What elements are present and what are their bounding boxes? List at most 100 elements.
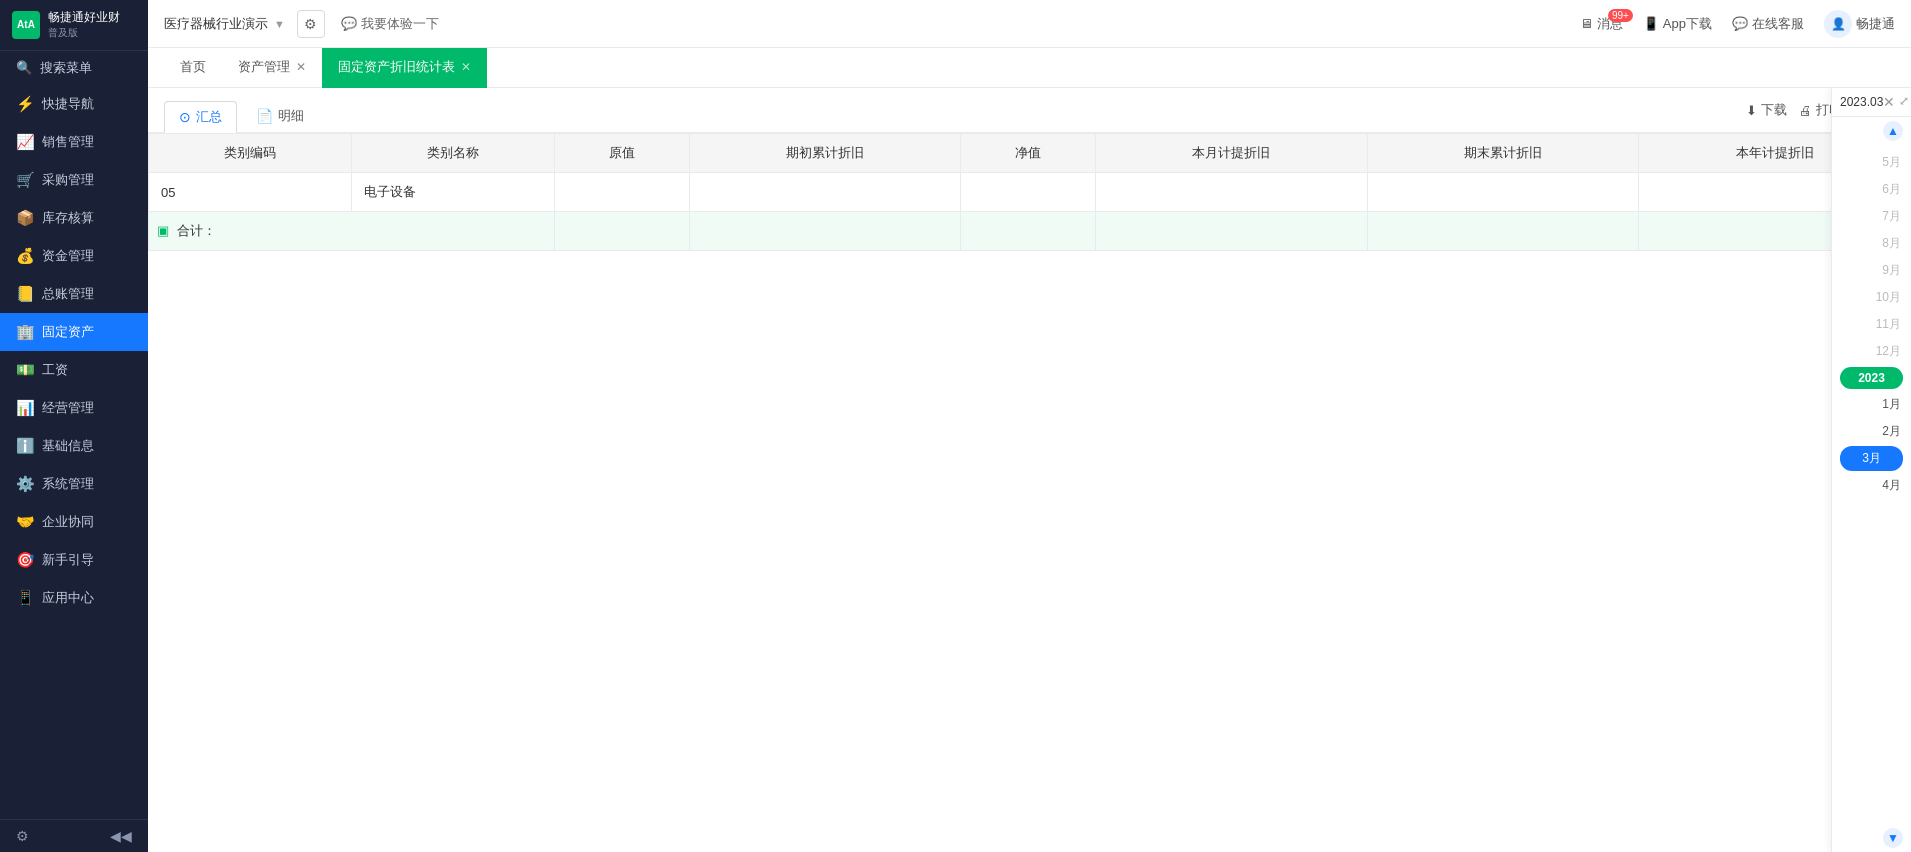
sidebar-item-label: 经营管理 bbox=[42, 399, 94, 417]
sidebar-item-purchase[interactable]: 🛒 采购管理 bbox=[0, 161, 148, 199]
month-item-9[interactable]: 9月 bbox=[1832, 257, 1911, 284]
sidebar-settings-button[interactable]: ⚙ bbox=[16, 828, 29, 844]
depreciation-table: 类别编码 类别名称 原值 期初累计折旧 净值 本月计提折旧 期末累计折旧 本年计… bbox=[148, 133, 1911, 251]
tab-home-label: 首页 bbox=[180, 58, 206, 76]
sidebar-nav: 🔍 搜索菜单 ⚡ 快捷导航 📈 销售管理 🛒 采购管理 📦 库存核算 💰 资金管… bbox=[0, 51, 148, 819]
basic-info-icon: ℹ️ bbox=[16, 437, 34, 455]
fixed-assets-icon: 🏢 bbox=[16, 323, 34, 341]
sidebar-footer: ⚙ ◀◀ bbox=[0, 819, 148, 852]
app-download-button[interactable]: 📱 App下载 bbox=[1643, 15, 1712, 33]
month-item-6[interactable]: 6月 bbox=[1832, 176, 1911, 203]
date-nav-down-button[interactable]: ▼ bbox=[1883, 828, 1903, 848]
subtab-summary[interactable]: ⊙ 汇总 bbox=[164, 101, 237, 133]
inventory-icon: 📦 bbox=[16, 209, 34, 227]
sidebar-item-label: 搜索菜单 bbox=[40, 59, 92, 77]
date-month-list: 5月 6月 7月 8月 9月 10月 11月 12月 2023 1月 2月 3月… bbox=[1832, 145, 1911, 824]
cell-original-value bbox=[555, 173, 690, 212]
top-nav: 医疗器械行业演示 ▼ ⚙ 💬 我要体验一下 🖥 消息 99+ 📱 App下载 💬… bbox=[148, 0, 1911, 48]
cell-net-value bbox=[961, 173, 1096, 212]
online-service-button[interactable]: 💬 在线客服 bbox=[1732, 15, 1804, 33]
purchase-icon: 🛒 bbox=[16, 171, 34, 189]
sidebar-item-system[interactable]: ⚙️ 系统管理 bbox=[0, 465, 148, 503]
current-year-label[interactable]: 2023 bbox=[1840, 367, 1903, 389]
cell-total-monthly bbox=[1095, 212, 1367, 251]
experience-button[interactable]: 💬 我要体验一下 bbox=[341, 15, 439, 33]
sidebar-item-label: 资金管理 bbox=[42, 247, 94, 265]
month-item-8[interactable]: 8月 bbox=[1832, 230, 1911, 257]
username: 畅捷通 bbox=[1856, 15, 1895, 33]
enterprise-icon: 🤝 bbox=[16, 513, 34, 531]
search-icon: 🔍 bbox=[16, 60, 32, 75]
sidebar-item-label: 总账管理 bbox=[42, 285, 94, 303]
guide-icon: 🎯 bbox=[16, 551, 34, 569]
sidebar-item-label: 应用中心 bbox=[42, 589, 94, 607]
sidebar-item-label: 库存核算 bbox=[42, 209, 94, 227]
month-item-1[interactable]: 1月 bbox=[1832, 391, 1911, 418]
print-icon: 🖨 bbox=[1799, 103, 1812, 118]
right-panel-expand-button[interactable]: ⤢ bbox=[1899, 94, 1909, 110]
right-panel-date-picker: 2023.03 ✕ ⤢ ▲ 5月 6月 7月 8月 9月 10月 11月 12月… bbox=[1831, 88, 1911, 852]
experience-label: 我要体验一下 bbox=[361, 15, 439, 33]
sidebar-item-label: 企业协同 bbox=[42, 513, 94, 531]
month-item-12[interactable]: 12月 bbox=[1832, 338, 1911, 365]
messages-button[interactable]: 🖥 消息 99+ bbox=[1580, 15, 1623, 33]
ledger-icon: 📒 bbox=[16, 285, 34, 303]
cell-initial-accum bbox=[689, 173, 961, 212]
company-selector[interactable]: 医疗器械行业演示 ▼ bbox=[164, 15, 285, 33]
month-item-10[interactable]: 10月 bbox=[1832, 284, 1911, 311]
app-title-block: 畅捷通好业财 普及版 bbox=[48, 10, 120, 40]
subtab-detail[interactable]: 📄 明细 bbox=[241, 100, 319, 132]
sidebar-item-fixed-assets[interactable]: 🏢 固定资产 bbox=[0, 313, 148, 351]
app-edition: 普及版 bbox=[48, 26, 120, 40]
month-item-2[interactable]: 2月 bbox=[1832, 418, 1911, 445]
col-code: 类别编码 bbox=[149, 134, 352, 173]
summary-icon: ⊙ bbox=[179, 109, 191, 125]
sidebar-item-guide[interactable]: 🎯 新手引导 bbox=[0, 541, 148, 579]
sidebar-item-label: 销售管理 bbox=[42, 133, 94, 151]
tab-depreciation-close[interactable]: ✕ bbox=[461, 61, 471, 73]
col-original-value: 原值 bbox=[555, 134, 690, 173]
date-nav-up-button[interactable]: ▲ bbox=[1883, 121, 1903, 141]
cell-total-initial bbox=[689, 212, 961, 251]
table-header-row: 类别编码 类别名称 原值 期初累计折旧 净值 本月计提折旧 期末累计折旧 本年计… bbox=[149, 134, 1911, 173]
cell-code: 05 bbox=[149, 173, 352, 212]
sidebar-item-label: 工资 bbox=[42, 361, 68, 379]
sidebar-item-label: 基础信息 bbox=[42, 437, 94, 455]
system-icon: ⚙️ bbox=[16, 475, 34, 493]
sidebar-item-enterprise[interactable]: 🤝 企业协同 bbox=[0, 503, 148, 541]
sidebar-item-basic-info[interactable]: ℹ️ 基础信息 bbox=[0, 427, 148, 465]
month-item-4[interactable]: 4月 bbox=[1832, 472, 1911, 499]
company-chevron-icon: ▼ bbox=[274, 18, 285, 30]
sidebar-item-search[interactable]: 🔍 搜索菜单 bbox=[0, 51, 148, 85]
online-service-label: 在线客服 bbox=[1752, 15, 1804, 33]
sidebar-item-app-center[interactable]: 📱 应用中心 bbox=[0, 579, 148, 617]
month-item-11[interactable]: 11月 bbox=[1832, 311, 1911, 338]
sidebar-item-ledger[interactable]: 📒 总账管理 bbox=[0, 275, 148, 313]
sidebar-item-inventory[interactable]: 📦 库存核算 bbox=[0, 199, 148, 237]
date-nav-up: ▲ bbox=[1832, 117, 1911, 145]
sidebar-item-sales[interactable]: 📈 销售管理 bbox=[0, 123, 148, 161]
tab-depreciation-table[interactable]: 固定资产折旧统计表 ✕ bbox=[322, 48, 487, 88]
month-item-3-active[interactable]: 3月 bbox=[1840, 446, 1903, 471]
salary-icon: 💵 bbox=[16, 361, 34, 379]
tab-asset-mgmt-close[interactable]: ✕ bbox=[296, 61, 306, 73]
main-area: 医疗器械行业演示 ▼ ⚙ 💬 我要体验一下 🖥 消息 99+ 📱 App下载 💬… bbox=[148, 0, 1911, 852]
month-item-5[interactable]: 5月 bbox=[1832, 149, 1911, 176]
tab-depreciation-label: 固定资产折旧统计表 bbox=[338, 58, 455, 76]
tab-home[interactable]: 首页 bbox=[164, 48, 222, 88]
download-button[interactable]: ⬇ 下载 bbox=[1746, 101, 1787, 119]
sidebar-item-operations[interactable]: 📊 经营管理 bbox=[0, 389, 148, 427]
sidebar-item-funds[interactable]: 💰 资金管理 bbox=[0, 237, 148, 275]
sub-tabs: ⊙ 汇总 📄 明细 bbox=[148, 88, 1730, 132]
cell-total-end-accum bbox=[1367, 212, 1639, 251]
right-panel-close-button[interactable]: ✕ bbox=[1883, 94, 1895, 110]
sidebar-item-quick-nav[interactable]: ⚡ 快捷导航 bbox=[0, 85, 148, 123]
user-menu[interactable]: 👤 畅捷通 bbox=[1824, 10, 1895, 38]
sidebar-item-salary[interactable]: 💵 工资 bbox=[0, 351, 148, 389]
tab-asset-mgmt[interactable]: 资产管理 ✕ bbox=[222, 48, 322, 88]
messages-badge: 99+ bbox=[1608, 9, 1633, 22]
month-item-7[interactable]: 7月 bbox=[1832, 203, 1911, 230]
cell-total-label: ▣ 合计： bbox=[149, 212, 555, 251]
topnav-settings-button[interactable]: ⚙ bbox=[297, 10, 325, 38]
sidebar-collapse-button[interactable]: ◀◀ bbox=[110, 828, 132, 844]
